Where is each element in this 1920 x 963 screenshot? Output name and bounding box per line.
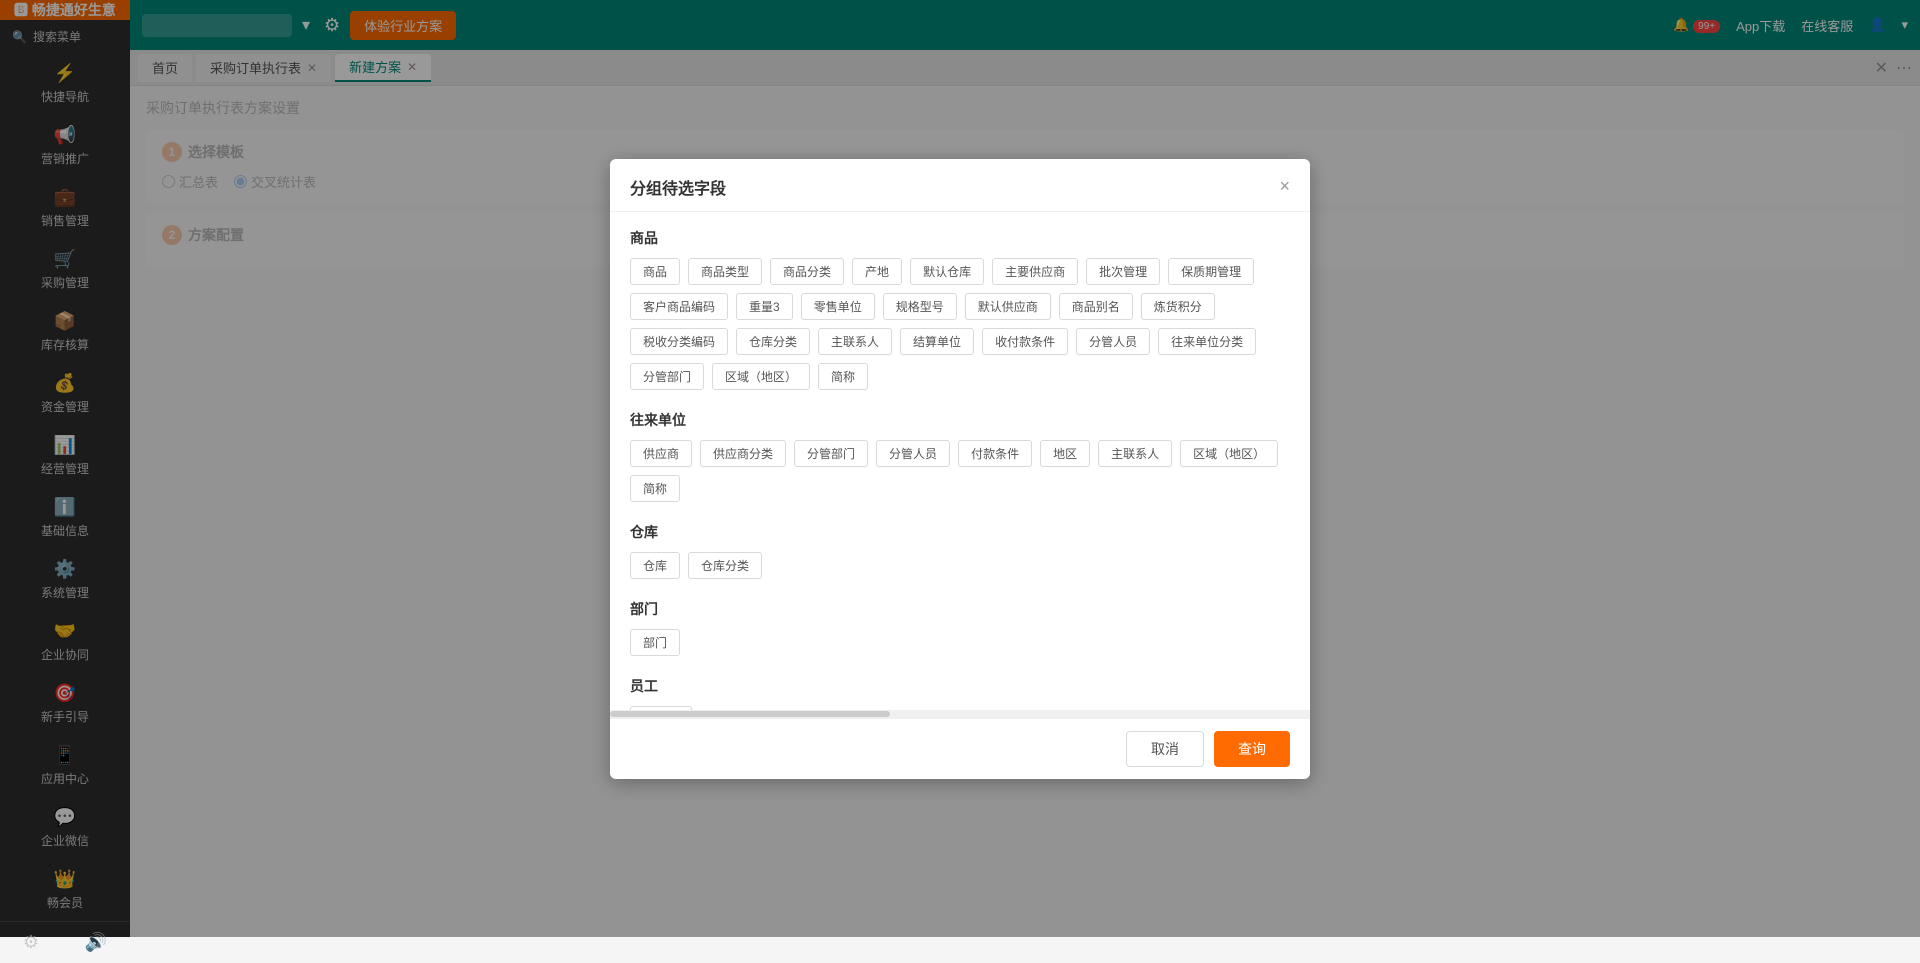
- field-tag-customer-product-code[interactable]: 客户商品编码: [630, 293, 728, 320]
- field-tag-warehouse[interactable]: 仓库: [630, 552, 680, 579]
- field-tag-abbr2[interactable]: 简称: [630, 475, 680, 502]
- field-tag-supplier-category[interactable]: 供应商分类: [700, 440, 786, 467]
- field-tag-counterpart-category[interactable]: 往来单位分类: [1158, 328, 1256, 355]
- field-tag-default-supplier[interactable]: 默认供应商: [965, 293, 1051, 320]
- department-field-tags: 部门: [630, 629, 1290, 656]
- field-tag-payment-condition[interactable]: 付款条件: [958, 440, 1032, 467]
- field-tag-main-contact2[interactable]: 主联系人: [1098, 440, 1172, 467]
- field-tag-dept2[interactable]: 分管部门: [794, 440, 868, 467]
- modal-hscroll-thumb: [610, 711, 890, 717]
- department-section-title: 部门: [630, 599, 1290, 619]
- field-tag-main-supplier[interactable]: 主要供应商: [992, 258, 1078, 285]
- cancel-button[interactable]: 取消: [1126, 731, 1204, 767]
- field-tag-supplier[interactable]: 供应商: [630, 440, 692, 467]
- field-tag-main-contact[interactable]: 主联系人: [818, 328, 892, 355]
- main-area: ▾ ⚙ 体验行业方案 🔔 99+ App下载 在线客服 👤 ▾ 首页 采购订单执…: [130, 0, 1920, 937]
- field-tag-region[interactable]: 区域（地区）: [712, 363, 810, 390]
- modal-title: 分组待选字段: [630, 175, 726, 199]
- warehouse-section: 仓库 仓库 仓库分类: [630, 522, 1290, 579]
- field-select-modal: 分组待选字段 × 商品 商品 商品类型 商品分类 产地 默认仓库 主要供应商: [610, 159, 1310, 779]
- employee-section-title: 员工: [630, 676, 1290, 696]
- field-tag-product[interactable]: 商品: [630, 258, 680, 285]
- modal-body[interactable]: 商品 商品 商品类型 商品分类 产地 默认仓库 主要供应商 批次管理 保质期管理…: [610, 212, 1310, 710]
- field-tag-default-warehouse[interactable]: 默认仓库: [910, 258, 984, 285]
- warehouse-section-title: 仓库: [630, 522, 1290, 542]
- field-tag-origin[interactable]: 产地: [852, 258, 902, 285]
- field-tag-retail-unit[interactable]: 零售单位: [801, 293, 875, 320]
- modal-close-btn[interactable]: ×: [1279, 176, 1290, 197]
- field-tag-product-category[interactable]: 商品分类: [770, 258, 844, 285]
- warehouse-field-tags: 仓库 仓库分类: [630, 552, 1290, 579]
- field-tag-supervisor2[interactable]: 分管人员: [876, 440, 950, 467]
- field-tag-area[interactable]: 地区: [1040, 440, 1090, 467]
- field-tag-payment-terms[interactable]: 收付款条件: [982, 328, 1068, 355]
- product-section-title: 商品: [630, 228, 1290, 248]
- field-tag-settlement-unit[interactable]: 结算单位: [900, 328, 974, 355]
- modal-overlay: 分组待选字段 × 商品 商品 商品类型 商品分类 产地 默认仓库 主要供应商: [130, 0, 1920, 937]
- field-tag-refine-points[interactable]: 炼货积分: [1141, 293, 1215, 320]
- field-tag-weight3[interactable]: 重量3: [736, 293, 793, 320]
- counterpart-section: 往来单位 供应商 供应商分类 分管部门 分管人员 付款条件 地区 主联系人 区域…: [630, 410, 1290, 502]
- employee-section: 员工 业务员: [630, 676, 1290, 710]
- field-tag-batch-mgmt[interactable]: 批次管理: [1086, 258, 1160, 285]
- field-tag-abbr[interactable]: 简称: [818, 363, 868, 390]
- product-section: 商品 商品 商品类型 商品分类 产地 默认仓库 主要供应商 批次管理 保质期管理…: [630, 228, 1290, 390]
- field-tag-quality-period[interactable]: 保质期管理: [1168, 258, 1254, 285]
- counterpart-field-tags: 供应商 供应商分类 分管部门 分管人员 付款条件 地区 主联系人 区域（地区） …: [630, 440, 1290, 502]
- field-tag-product-alias[interactable]: 商品别名: [1059, 293, 1133, 320]
- field-tag-spec-model[interactable]: 规格型号: [883, 293, 957, 320]
- field-tag-region2[interactable]: 区域（地区）: [1180, 440, 1278, 467]
- field-tag-department[interactable]: 部门: [630, 629, 680, 656]
- field-tag-dept-in-charge[interactable]: 分管部门: [630, 363, 704, 390]
- counterpart-section-title: 往来单位: [630, 410, 1290, 430]
- modal-header: 分组待选字段 ×: [610, 159, 1310, 212]
- field-tag-tax-code[interactable]: 税收分类编码: [630, 328, 728, 355]
- confirm-button[interactable]: 查询: [1214, 731, 1290, 767]
- modal-footer: 取消 查询: [610, 718, 1310, 779]
- product-field-tags: 商品 商品类型 商品分类 产地 默认仓库 主要供应商 批次管理 保质期管理 客户…: [630, 258, 1290, 390]
- field-tag-warehouse-category[interactable]: 仓库分类: [736, 328, 810, 355]
- department-section: 部门 部门: [630, 599, 1290, 656]
- field-tag-product-type[interactable]: 商品类型: [688, 258, 762, 285]
- field-tag-supervisor[interactable]: 分管人员: [1076, 328, 1150, 355]
- modal-horizontal-scrollbar[interactable]: [610, 710, 1310, 718]
- field-tag-warehouse-cat[interactable]: 仓库分类: [688, 552, 762, 579]
